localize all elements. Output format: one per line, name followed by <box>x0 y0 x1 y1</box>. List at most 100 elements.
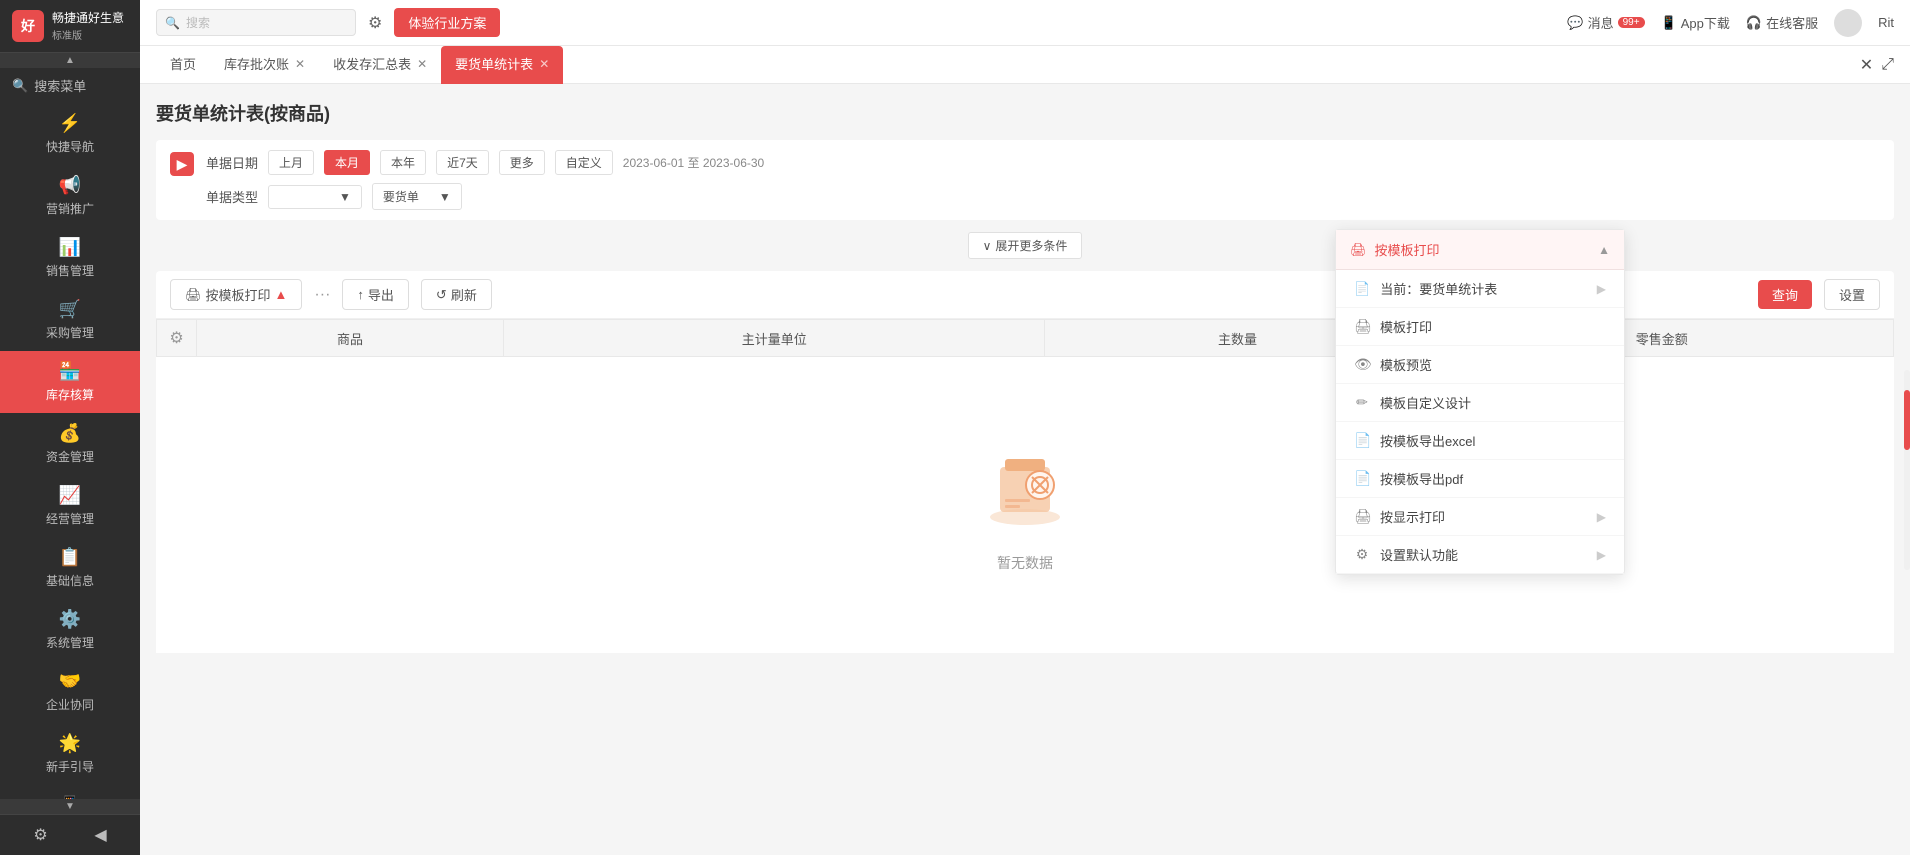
sidebar-footer: ⚙ ◀ <box>0 814 140 855</box>
query-btn[interactable]: 查询 <box>1758 280 1812 309</box>
sidebar-item-sales[interactable]: 📊 销售管理 <box>0 227 140 289</box>
dropdown-current-item[interactable]: 📄 当前：要货单统计表 ▶ <box>1336 270 1624 308</box>
search-label: 搜索菜单 <box>34 76 86 95</box>
dropdown-template-excel[interactable]: 📄 按模板导出excel <box>1336 422 1624 460</box>
dropdown-template-print[interactable]: 🖨 模板打印 <box>1336 308 1624 346</box>
expand-more-row: ∨ 展开更多条件 <box>156 232 1894 259</box>
collapse-footer-btn[interactable]: ◀ <box>94 825 106 845</box>
refresh-icon: ↺ <box>436 287 447 303</box>
date-btn-this-year[interactable]: 本年 <box>380 150 426 175</box>
expand-more-btn[interactable]: ∨ 展开更多条件 <box>968 232 1083 259</box>
trial-btn[interactable]: 体验行业方案 <box>394 8 500 37</box>
sidebar-item-inventory[interactable]: 🏪 库存核算 <box>0 351 140 413</box>
sidebar-item-basics[interactable]: 📋 基础信息 <box>0 537 140 599</box>
tab-home[interactable]: 首页 <box>156 46 210 84</box>
dropdown-display-print[interactable]: 🖨 按显示打印 ▶ <box>1336 498 1624 536</box>
sidebar-item-apps[interactable]: 📱 应用中心 <box>0 785 140 799</box>
dropdown-template-design[interactable]: ✏ 模板自定义设计 <box>1336 384 1624 422</box>
inventory-icon: 🏪 <box>59 361 81 382</box>
quick-nav-icon: ⚡ <box>59 113 81 134</box>
tab-inventory-batch-close[interactable]: ✕ <box>295 57 305 71</box>
tab-inventory-batch[interactable]: 库存批次账 ✕ <box>210 46 319 84</box>
date-range-display: 2023-06-01 至 2023-06-30 <box>623 154 764 171</box>
dropdown-close-chevron: ▲ <box>1598 243 1610 257</box>
date-btn-custom[interactable]: 自定义 <box>555 150 613 175</box>
set-default-left: ⚙ 设置默认功能 <box>1354 545 1458 564</box>
date-btn-last-month[interactable]: 上月 <box>268 150 314 175</box>
template-design-icon: ✏ <box>1354 394 1370 411</box>
filter-expand-btn[interactable]: ▶ <box>170 152 194 176</box>
sidebar-item-operations[interactable]: 📈 经营管理 <box>0 475 140 537</box>
topbar-gear-icon[interactable]: ⚙ <box>368 13 382 33</box>
print-template-btn[interactable]: 🖨 按模板打印 ▲ <box>170 279 302 310</box>
print-dropdown-icon: 🖨 <box>1350 242 1367 258</box>
app-name: 畅捷通好生意 <box>52 10 124 27</box>
app-download-btn[interactable]: 📱 App下载 <box>1661 13 1730 32</box>
print-btn-wrapper: 🖨 按模板打印 ▲ <box>170 279 302 310</box>
sidebar-logo: 好 畅捷通好生意 标准版 <box>0 0 140 53</box>
tab-expand-btn[interactable]: ⤢ <box>1881 56 1894 74</box>
settings-btn[interactable]: 设置 <box>1824 279 1880 310</box>
right-scrollbar[interactable] <box>1904 370 1910 570</box>
scroll-down-btn[interactable]: ▼ <box>0 799 140 814</box>
sidebar-item-cooperation[interactable]: 🤝 企业协同 <box>0 661 140 723</box>
topbar-right: 💬 消息 99+ 📱 App下载 🎧 在线客服 Rit <box>1567 9 1894 37</box>
display-print-arrow: ▶ <box>1597 510 1606 524</box>
page-title: 要货单统计表(按商品) <box>156 100 1894 126</box>
purchase-icon: 🛒 <box>59 299 81 320</box>
export-btn[interactable]: ↑ 导出 <box>342 279 409 310</box>
sidebar-search[interactable]: 🔍 搜索菜单 <box>0 68 140 103</box>
current-item-icon: 📄 <box>1354 281 1370 297</box>
sales-icon: 📊 <box>59 237 81 258</box>
message-label: 消息 <box>1588 13 1614 32</box>
dropdown-template-preview[interactable]: 👁 模板预览 <box>1336 346 1624 384</box>
sidebar-item-marketing[interactable]: 📢 营销推广 <box>0 165 140 227</box>
item-select[interactable]: 要货单 ▼ <box>372 183 462 210</box>
sidebar-item-guide[interactable]: 🌟 新手引导 <box>0 723 140 785</box>
topbar-search[interactable]: 🔍 搜索 <box>156 9 356 36</box>
message-badge: 99+ <box>1618 17 1645 28</box>
print-dropdown: 🖨 按模板打印 ▲ 📄 当前：要货单统计表 ▶ 🖨 模板打印 👁 模板预览 <box>1335 229 1625 575</box>
table-col-settings-btn[interactable]: ⚙ <box>169 328 183 348</box>
tab-receivable-summary-close[interactable]: ✕ <box>417 57 427 71</box>
sidebar-item-system[interactable]: ⚙️ 系统管理 <box>0 599 140 661</box>
dropdown-header[interactable]: 🖨 按模板打印 ▲ <box>1336 230 1624 270</box>
toolbar-more-btn[interactable]: ··· <box>314 286 330 304</box>
user-name: Rit <box>1878 15 1894 30</box>
set-default-icon: ⚙ <box>1354 546 1370 563</box>
user-avatar[interactable] <box>1834 9 1862 37</box>
tab-receivable-summary[interactable]: 收发存汇总表 ✕ <box>319 46 441 84</box>
message-btn[interactable]: 💬 消息 99+ <box>1567 13 1644 32</box>
date-filter-label: 单据日期 <box>206 153 258 172</box>
date-btn-more[interactable]: 更多 <box>499 150 545 175</box>
scroll-up-btn[interactable]: ▲ <box>0 53 140 68</box>
settings-footer-btn[interactable]: ⚙ <box>33 825 47 845</box>
system-label: 系统管理 <box>46 634 94 651</box>
current-item-label: 当前：要货单统计表 <box>1380 279 1497 298</box>
settings-label: 设置 <box>1839 285 1865 304</box>
tab-order-stats-close[interactable]: ✕ <box>539 57 549 71</box>
col-amount-label: 零售金额 <box>1636 332 1688 347</box>
sidebar-item-quick-nav[interactable]: ⚡ 快捷导航 <box>0 103 140 165</box>
empty-illustration <box>975 437 1075 537</box>
date-filter-row: 单据日期 上月 本月 本年 近7天 更多 自定义 2023-06-01 至 20… <box>206 150 764 175</box>
refresh-btn[interactable]: ↺ 刷新 <box>421 279 492 310</box>
tab-close-all-btn[interactable]: ✕ <box>1860 55 1873 75</box>
template-print-label: 模板打印 <box>1380 317 1432 336</box>
app-name-block: 畅捷通好生意 标准版 <box>52 10 124 42</box>
expand-more-icon: ∨ <box>983 239 992 253</box>
export-icon: ↑ <box>357 287 364 302</box>
page-content: 要货单统计表(按商品) ▶ 单据日期 上月 本月 本年 近7天 更多 自定义 2… <box>140 84 1910 855</box>
guide-label: 新手引导 <box>46 758 94 775</box>
type-select[interactable]: ▼ <box>268 185 362 209</box>
tab-order-stats[interactable]: 要货单统计表 ✕ <box>441 46 563 84</box>
sidebar-item-purchase[interactable]: 🛒 采购管理 <box>0 289 140 351</box>
date-btn-this-month[interactable]: 本月 <box>324 150 370 175</box>
dropdown-template-pdf[interactable]: 📄 按模板导出pdf <box>1336 460 1624 498</box>
sidebar-item-finance[interactable]: 💰 资金管理 <box>0 413 140 475</box>
date-btn-7days[interactable]: 近7天 <box>436 150 489 175</box>
current-item-arrow: ▶ <box>1597 282 1606 296</box>
col-quantity-label: 主数量 <box>1218 332 1257 347</box>
online-service-btn[interactable]: 🎧 在线客服 <box>1746 13 1818 32</box>
dropdown-set-default[interactable]: ⚙ 设置默认功能 ▶ <box>1336 536 1624 574</box>
